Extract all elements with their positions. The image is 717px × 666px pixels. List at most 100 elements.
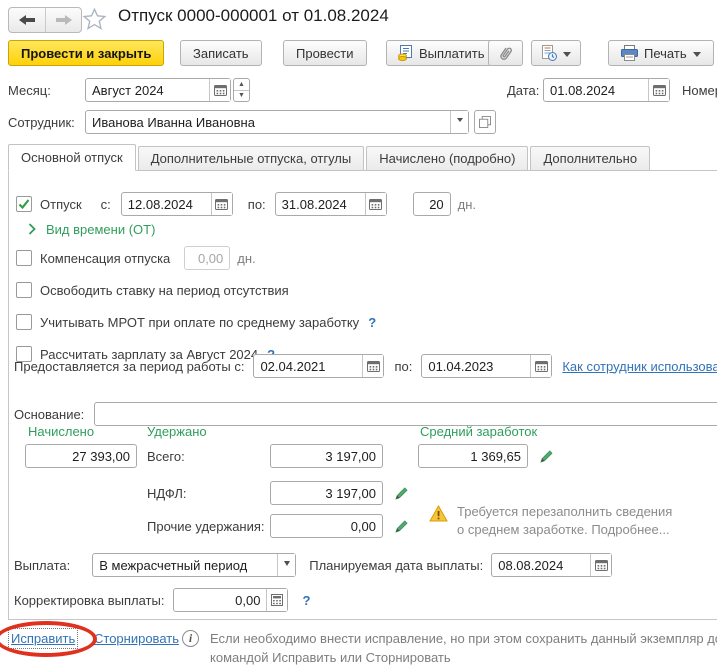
page-title: Отпуск 0000-000001 от 01.08.2024	[118, 6, 389, 25]
time-kind-toggle[interactable]: Вид времени (ОТ)	[28, 217, 155, 241]
edit-average-earnings-button[interactable]	[537, 447, 555, 465]
calendar-icon	[369, 199, 383, 210]
average-earnings-field[interactable]: 1 369,65	[418, 444, 528, 468]
other-deductions-field[interactable]: 0,00	[270, 514, 383, 538]
mrot-help-link[interactable]: ?	[368, 315, 376, 330]
ndfl-field[interactable]: 3 197,00	[270, 481, 383, 505]
calendar-icon	[213, 85, 227, 96]
month-calendar-button[interactable]	[209, 79, 230, 101]
vacation-from-label: с:	[100, 196, 111, 212]
pencil-icon	[539, 449, 553, 463]
calendar-button[interactable]	[362, 355, 384, 377]
pay-button[interactable]: Выплатить	[386, 40, 496, 66]
vacation-usage-link[interactable]: Как сотрудник использовал о	[562, 359, 717, 374]
planned-date-label: Планируемая дата выплаты:	[309, 557, 484, 573]
calendar-button[interactable]	[210, 193, 232, 215]
calendar-button[interactable]	[530, 355, 552, 377]
withheld-total-label: Всего:	[147, 449, 185, 464]
tab-additional-vacations[interactable]: Дополнительные отпуска, отгулы	[137, 146, 365, 171]
paperclip-icon	[500, 47, 512, 60]
calendar-button[interactable]	[590, 554, 612, 576]
mrot-checkbox[interactable]	[16, 314, 32, 330]
basis-field[interactable]	[94, 402, 717, 426]
post-button[interactable]: Провести	[283, 40, 367, 66]
mrot-row: Учитывать МРОТ при оплате по среднему за…	[16, 310, 376, 334]
printer-icon	[621, 45, 638, 61]
compensation-days-field[interactable]: 0,00	[184, 246, 231, 270]
attachments-button[interactable]	[488, 40, 523, 66]
calculator-icon	[271, 594, 284, 606]
calendar-icon	[366, 361, 380, 372]
work-period-to-field[interactable]: 01.04.2023	[421, 354, 553, 378]
write-button[interactable]: Записать	[180, 40, 262, 66]
work-period-label: Предоставляется за период работы с:	[14, 358, 245, 374]
month-label: Месяц:	[8, 83, 51, 98]
vacation-days-field[interactable]: 20	[412, 192, 451, 216]
history-menu-button[interactable]	[531, 40, 581, 66]
payout-method-select[interactable]: В межрасчетный период	[92, 553, 297, 577]
tab-accrued-detail[interactable]: Начислено (подробно)	[366, 146, 529, 171]
post-and-close-button[interactable]: Провести и закрыть	[8, 40, 165, 66]
fix-link[interactable]: Исправить	[7, 628, 79, 649]
checkmark-icon	[18, 198, 30, 209]
compensation-checkbox[interactable]	[16, 250, 32, 266]
month-field[interactable]: Август 2024	[85, 78, 231, 102]
planned-date-field[interactable]: 08.08.2024	[491, 553, 613, 577]
work-period-from-field[interactable]: 02.04.2021	[253, 354, 385, 378]
date-field[interactable]: 01.08.2024	[543, 78, 670, 102]
footer-info-line1: Если необходимо внести исправление, но п…	[210, 631, 717, 646]
release-rate-label: Освободить ставку на период отсутствия	[40, 282, 289, 298]
ndfl-label: НДФЛ:	[147, 486, 187, 501]
vacation-row: Отпуск с: 12.08.2024 по: 31.08.2024 20 д…	[16, 192, 476, 216]
tab-main-vacation[interactable]: Основной отпуск	[8, 144, 136, 171]
compensation-unit: дн.	[237, 250, 256, 266]
reverse-link[interactable]: Сторнировать	[94, 631, 179, 646]
forward-arrow-icon	[55, 15, 72, 25]
tab-bar: Основной отпуск Дополнительные отпуска, …	[8, 144, 652, 171]
spinner-down-button[interactable]: ▼	[234, 89, 249, 102]
adjustment-help-link[interactable]: ?	[302, 593, 310, 608]
spinner-up-button[interactable]: ▲	[234, 79, 249, 90]
tab-additional[interactable]: Дополнительно	[530, 146, 651, 171]
calendar-button[interactable]	[364, 193, 386, 215]
vacation-document-window: Отпуск 0000-000001 от 01.08.2024 Провест…	[0, 0, 717, 666]
document-history-icon	[542, 45, 557, 61]
edit-other-deductions-button[interactable]	[392, 517, 410, 535]
payout-adjustment-field[interactable]: 0,00	[173, 588, 289, 612]
warning-message: Требуется перезаполнить сведения о средн…	[429, 503, 672, 539]
forward-button[interactable]	[45, 8, 81, 32]
accrued-field[interactable]: 27 393,00	[25, 444, 137, 468]
calculator-button[interactable]	[266, 589, 288, 611]
edit-ndfl-button[interactable]	[392, 484, 410, 502]
time-kind-label: Вид времени (ОТ)	[46, 221, 156, 237]
warning-line1: Требуется перезаполнить сведения	[457, 504, 673, 519]
vacation-label: Отпуск	[40, 196, 82, 212]
payout-label: Выплата:	[14, 557, 71, 573]
open-employee-button[interactable]	[474, 110, 496, 134]
work-period-to-label: по:	[394, 358, 413, 374]
payout-method-dropdown-button[interactable]	[277, 554, 296, 576]
release-rate-row: Освободить ставку на период отсутствия	[16, 278, 289, 302]
employee-dropdown-button[interactable]	[450, 111, 468, 133]
vacation-days-unit: дн.	[457, 196, 477, 212]
adjustment-row: Корректировка выплаты: 0,00 ?	[14, 588, 310, 612]
withheld-total-field[interactable]: 3 197,00	[270, 444, 383, 468]
chevron-down-icon	[563, 51, 571, 61]
calendar-icon	[594, 560, 608, 571]
calendar-icon	[215, 199, 229, 210]
vacation-from-field[interactable]: 12.08.2024	[120, 192, 233, 216]
back-button[interactable]	[9, 8, 45, 32]
date-calendar-button[interactable]	[648, 79, 669, 101]
favorite-star-icon[interactable]	[82, 7, 107, 35]
vacation-to-field[interactable]: 31.08.2024	[274, 192, 387, 216]
release-rate-checkbox[interactable]	[16, 282, 32, 298]
other-deductions-label: Прочие удержания:	[147, 519, 265, 534]
basis-label: Основание:	[14, 406, 85, 422]
accrued-header: Начислено	[28, 424, 95, 439]
mrot-label: Учитывать МРОТ при оплате по среднему за…	[40, 314, 360, 330]
print-button[interactable]: Печать	[608, 40, 714, 66]
date-label: Дата:	[507, 83, 540, 98]
employee-field[interactable]: Иванова Иванна Ивановна	[85, 110, 469, 134]
vacation-checkbox[interactable]	[16, 196, 32, 212]
warning-line2: о среднем заработке. Подробнее...	[457, 522, 670, 537]
